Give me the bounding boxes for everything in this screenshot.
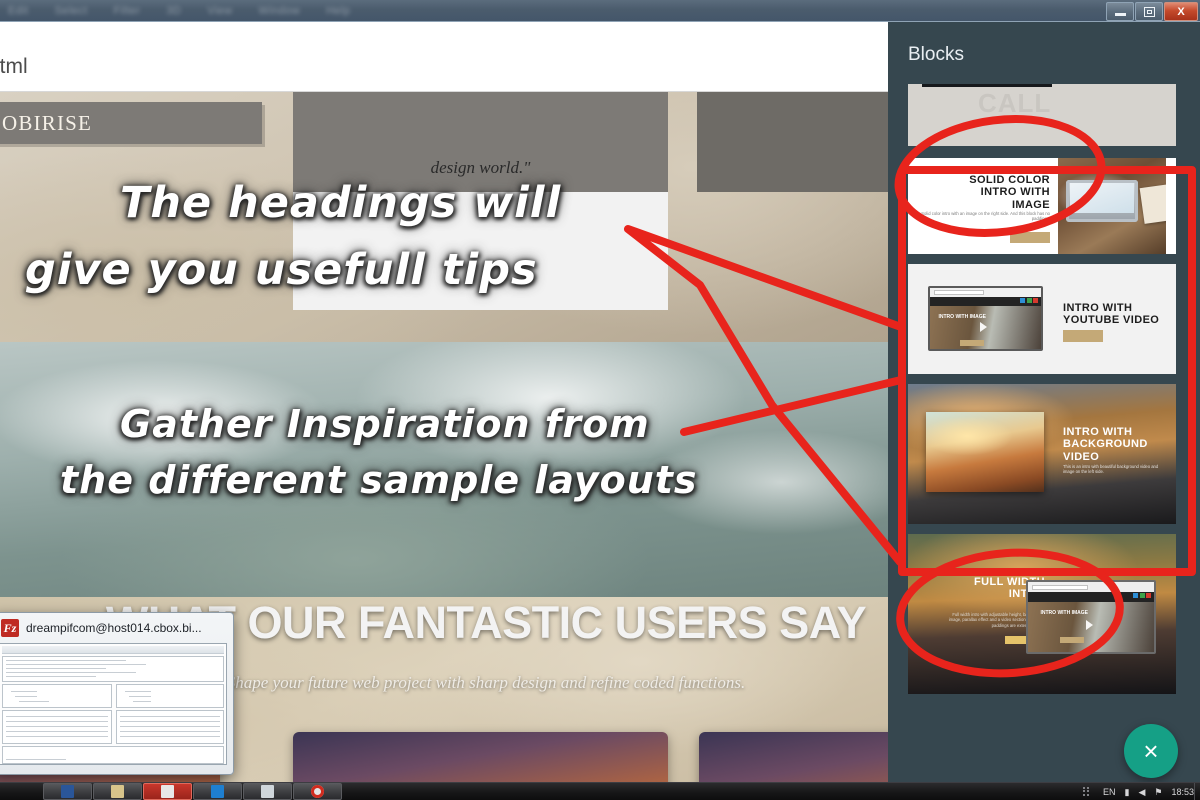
- app-toolbar: html: [0, 22, 888, 92]
- restore-button[interactable]: [1135, 2, 1163, 21]
- block-thumb-button: [1010, 232, 1050, 243]
- filezilla-preview-title: dreampifcom@host014.cbox.bi...: [26, 621, 202, 635]
- block-thumb-button: [1063, 330, 1103, 342]
- opera-icon: [311, 785, 324, 798]
- block-thumb-subtitle: Solid color intro with an image on the r…: [921, 211, 1050, 222]
- blocks-panel-title: Blocks: [908, 44, 964, 65]
- filezilla-remote-tree: [116, 684, 224, 708]
- block-thumb-title: INTRO WITH YOUTUBE VIDEO: [1063, 302, 1160, 327]
- annotation-text-headings-line1: The headings will: [120, 178, 562, 228]
- browser-mockup: INTRO WITH IMAGE: [1026, 580, 1156, 654]
- system-tray[interactable]: EN ▮ ◀ ⚑ 18:53: [1083, 783, 1200, 800]
- filezilla-toolbar: [2, 646, 224, 654]
- browser-accent-dots: [1020, 298, 1038, 303]
- taskbar-item-explorer[interactable]: [93, 783, 142, 800]
- block-thumb-title: SOLID COLOR INTRO WITH IMAGE: [969, 174, 1050, 211]
- browser-url-field: [934, 290, 984, 295]
- taskbar-item-editor[interactable]: [193, 783, 242, 800]
- menu-item-3d[interactable]: 3D: [166, 5, 181, 17]
- restore-icon: [1143, 6, 1155, 17]
- block-thumb-photo: [1058, 158, 1176, 254]
- windows-taskbar[interactable]: EN ▮ ◀ ⚑ 18:53: [0, 782, 1200, 800]
- browser-hero-title: INTRO WITH IMAGE: [1040, 610, 1089, 616]
- word-icon: [61, 785, 74, 798]
- menu-item-select[interactable]: Select: [55, 5, 88, 17]
- taskbar-item-word[interactable]: [43, 783, 92, 800]
- browser-hero-button: [1060, 637, 1084, 643]
- browser-mockup: INTRO WITH IMAGE: [928, 286, 1043, 351]
- site-navbar[interactable]: OBIRISE: [0, 102, 262, 144]
- close-panel-button[interactable]: ×: [1124, 724, 1178, 778]
- filezilla-log-pane: [2, 656, 224, 682]
- start-button[interactable]: [0, 783, 42, 800]
- browser-accent-dots: [1133, 593, 1151, 598]
- laptop-screen-shape: [1070, 183, 1134, 213]
- menu-bar[interactable]: Edit Select Filter 3D View Window Help: [0, 0, 350, 22]
- tray-action-center-icon[interactable]: ⚑: [1154, 787, 1162, 798]
- testimonial-card: design world.": [293, 92, 668, 192]
- block-thumb-subtitle: This is an intro with beautiful backgrou…: [1063, 464, 1159, 475]
- show-desktop-button[interactable]: [1194, 783, 1200, 800]
- window-controls[interactable]: X: [1106, 2, 1198, 21]
- window-title-bar[interactable]: Edit Select Filter 3D View Window Help X: [0, 0, 1200, 22]
- blocks-list[interactable]: CALL SOLID COLOR INTRO WITH IMAGE Solid …: [888, 84, 1200, 720]
- annotation-text-headings-line2: give you usefull tips: [25, 245, 538, 295]
- browser-hero-title: INTRO WITH IMAGE: [938, 314, 987, 320]
- taskbar-item-notepad[interactable]: [243, 783, 292, 800]
- browser-url-field: [1032, 584, 1088, 590]
- block-thumb-solid-color-intro-with-image[interactable]: SOLID COLOR INTRO WITH IMAGE Solid color…: [908, 158, 1176, 254]
- notepad-icon: [261, 785, 274, 798]
- photo-card[interactable]: [699, 732, 888, 782]
- block-thumb-title: INTRO WITH BACKGROUND VIDEO: [1063, 426, 1148, 463]
- block-thumb-right-edge: [1166, 158, 1176, 254]
- filezilla-remote-files: [116, 710, 224, 744]
- block-thumb-intro-with-youtube-video[interactable]: INTRO WITH IMAGE INTRO WITH YOUTUBE VIDE…: [908, 264, 1176, 374]
- play-icon: [980, 322, 987, 332]
- annotation-text-inspiration-line1: Gather Inspiration from: [120, 402, 650, 446]
- block-partial-navbar: [922, 84, 1052, 87]
- filezilla-local-tree: [2, 684, 112, 708]
- block-thumb-inner-image: [926, 412, 1044, 492]
- filezilla-queue-pane: [2, 746, 224, 764]
- filezilla-local-files: [2, 710, 112, 744]
- menu-item-help[interactable]: Help: [326, 5, 350, 17]
- block-partial-ghost-text: CALL: [978, 88, 1052, 118]
- testimonial-right-panel: [697, 92, 888, 192]
- explorer-icon: [111, 785, 124, 798]
- browser-hero-button: [960, 340, 984, 346]
- minimize-icon: [1114, 13, 1126, 16]
- browser-url-bar: [930, 288, 1041, 297]
- tray-network-icon[interactable]: ▮: [1125, 787, 1130, 798]
- blocks-panel[interactable]: Blocks CALL SOLID COLOR INTRO WITH IMAGE…: [888, 22, 1200, 782]
- play-icon: [1086, 620, 1093, 630]
- menu-item-window[interactable]: Window: [259, 5, 301, 17]
- minimize-button[interactable]: [1106, 2, 1134, 21]
- block-thumb-partial-top[interactable]: CALL: [908, 84, 1176, 146]
- filezilla-preview-header: Fz dreampifcom@host014.cbox.bi...: [0, 613, 233, 641]
- project-filename: html: [0, 55, 28, 78]
- browser-url-bar: [1028, 582, 1154, 592]
- menu-item-edit[interactable]: Edit: [8, 5, 29, 17]
- filezilla-taskbar-icon: [161, 785, 174, 798]
- editor-icon: [211, 785, 224, 798]
- block-thumb-full-width-intro[interactable]: FULL WIDTH INTRO Full width intro with a…: [908, 534, 1176, 694]
- site-brand[interactable]: OBIRISE: [2, 111, 92, 136]
- tray-grip-handle[interactable]: [1083, 786, 1090, 798]
- tray-volume-icon[interactable]: ◀: [1138, 787, 1145, 798]
- menu-item-filter[interactable]: Filter: [114, 5, 141, 17]
- filezilla-taskbar-preview[interactable]: Fz dreampifcom@host014.cbox.bi...: [0, 612, 234, 775]
- taskbar-item-filezilla[interactable]: [143, 783, 192, 800]
- taskbar-item-opera[interactable]: [293, 783, 342, 800]
- annotation-text-inspiration-line2: the different sample layouts: [60, 458, 698, 502]
- photo-card[interactable]: [293, 732, 668, 782]
- filezilla-icon: Fz: [1, 619, 19, 637]
- menu-item-view[interactable]: View: [207, 5, 232, 17]
- tray-clock[interactable]: 18:53: [1171, 787, 1194, 797]
- close-window-button[interactable]: X: [1164, 2, 1198, 21]
- tray-language-indicator[interactable]: EN: [1103, 787, 1116, 797]
- block-thumb-intro-with-background-video[interactable]: INTRO WITH BACKGROUND VIDEO This is an i…: [908, 384, 1176, 524]
- filezilla-preview-thumbnail: [0, 643, 227, 765]
